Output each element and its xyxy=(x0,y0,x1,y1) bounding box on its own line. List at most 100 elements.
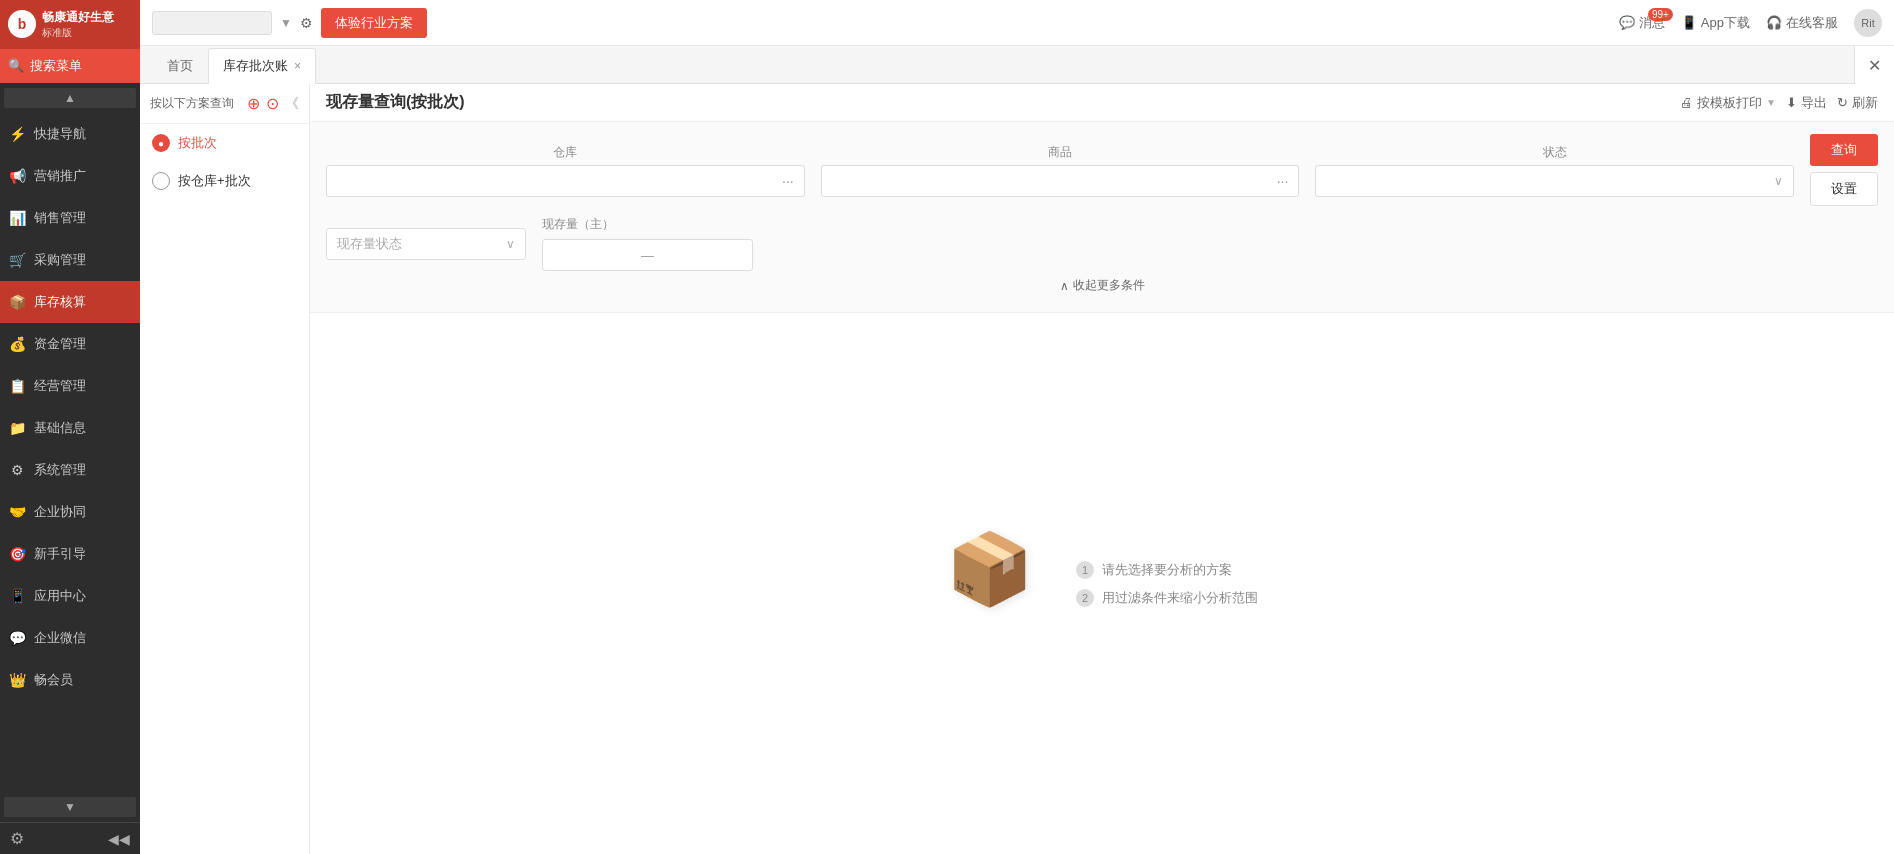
warehouse-label: 仓库 xyxy=(326,144,805,161)
print-icon: 🖨 xyxy=(1680,95,1693,110)
stock-status-filter: 现存量状态 ∨ xyxy=(326,228,526,260)
scheme-by-warehouse-batch[interactable]: ○ 按仓库+批次 xyxy=(140,162,309,200)
page-title: 现存量查询(按批次) xyxy=(326,92,465,113)
breadcrumb-input[interactable] xyxy=(152,11,272,35)
empty-tips: 1 请先选择要分析的方案 2 用过滤条件来缩小分析范围 xyxy=(1076,561,1258,607)
settings-button[interactable]: 设置 xyxy=(1810,172,1878,206)
stock-quantity-range[interactable]: — xyxy=(542,239,753,271)
enterprise-coop-icon: 🤝 xyxy=(8,503,26,521)
status-label: 状态 xyxy=(1315,144,1794,161)
sidebar-item-app-center[interactable]: 📱 应用中心 xyxy=(0,575,140,617)
sidebar-item-new-guide[interactable]: 🎯 新手引导 xyxy=(0,533,140,575)
sidebar-item-finance[interactable]: 💰 资金管理 xyxy=(0,323,140,365)
warehouse-input[interactable]: ··· xyxy=(326,165,805,197)
collapse-filters-btn[interactable]: ∧ 收起更多条件 xyxy=(326,271,1878,300)
warehouse-filter: 仓库 ··· xyxy=(326,144,805,197)
sidebar-item-system[interactable]: ⚙ 系统管理 xyxy=(0,449,140,491)
empty-illustration: 📦 xyxy=(946,534,1046,634)
refresh-icon: ↻ xyxy=(1837,95,1848,110)
action-buttons: 查询 设置 xyxy=(1810,134,1878,206)
empty-state: 📦 1 请先选择要分析的方案 2 用过滤条件来缩小分析范围 xyxy=(310,313,1894,854)
sidebar-item-operations[interactable]: 📋 经营管理 xyxy=(0,365,140,407)
sidebar-item-inventory[interactable]: 📦 库存核算 xyxy=(0,281,140,323)
tip-item-1: 1 请先选择要分析的方案 xyxy=(1076,561,1258,579)
stock-quantity-filter: 现存量（主） — xyxy=(542,216,753,271)
topbar-right: 💬 消息 99+ 📱 App下载 🎧 在线客服 Rit xyxy=(1619,9,1882,37)
sidebar-settings-icon[interactable]: ⚙ xyxy=(10,829,24,848)
stock-qty-max-input[interactable] xyxy=(662,248,742,263)
query-button[interactable]: 查询 xyxy=(1810,134,1878,166)
filter-row-2: 现存量状态 ∨ 现存量（主） — xyxy=(326,216,1878,271)
topbar: ▼ ⚙ 体验行业方案 💬 消息 99+ 📱 App下载 🎧 在线客服 Rit xyxy=(140,0,1894,46)
main-panel: 现存量查询(按批次) 🖨 按模板打印 ▼ ⬇ 导出 ↻ 刷新 xyxy=(310,84,1894,854)
export-btn[interactable]: ⬇ 导出 xyxy=(1786,94,1827,112)
status-input[interactable]: ∨ xyxy=(1315,165,1794,197)
tab-inventory-batch[interactable]: 库存批次账 × xyxy=(208,48,316,84)
topbar-chevron-icon[interactable]: ▼ xyxy=(280,16,292,30)
tip-1-num: 1 xyxy=(1076,561,1094,579)
sidebar-header: b 畅康通好生意 标准版 xyxy=(0,0,140,49)
marketing-icon: 📢 xyxy=(8,167,26,185)
page-close-button[interactable]: ✕ xyxy=(1854,46,1894,84)
topbar-left: ▼ ⚙ 体验行业方案 xyxy=(152,8,1611,38)
refresh-btn[interactable]: ↻ 刷新 xyxy=(1837,94,1878,112)
sidebar-collapse-icon[interactable]: ◀◀ xyxy=(108,831,130,847)
goods-input[interactable]: ··· xyxy=(821,165,1300,197)
tab-home[interactable]: 首页 xyxy=(152,48,208,83)
sidebar-item-sales[interactable]: 📊 销售管理 xyxy=(0,197,140,239)
enterprise-wechat-icon: 💬 xyxy=(8,629,26,647)
quick-nav-icon: ⚡ xyxy=(8,125,26,143)
experience-btn[interactable]: 体验行业方案 xyxy=(321,8,427,38)
filter-panel: 按以下方案查询 ⊕ ⊙ 《 ● 按批次 ○ 按仓库+批次 xyxy=(140,84,310,854)
header-actions: 🖨 按模板打印 ▼ ⬇ 导出 ↻ 刷新 xyxy=(1680,94,1878,112)
scheme-settings-icon[interactable]: ⊙ xyxy=(266,94,279,113)
phone-icon: 📱 xyxy=(1681,15,1697,30)
member-icon: 👑 xyxy=(8,671,26,689)
stock-qty-min-input[interactable] xyxy=(553,248,633,263)
scheme-dot-outline: ○ xyxy=(152,172,170,190)
topbar-gear-icon[interactable]: ⚙ xyxy=(300,15,313,31)
print-btn[interactable]: 🖨 按模板打印 ▼ xyxy=(1680,94,1776,112)
new-guide-icon: 🎯 xyxy=(8,545,26,563)
status-chevron-icon: ∨ xyxy=(1774,174,1783,188)
scheme-collapse-icon[interactable]: 《 xyxy=(285,95,299,113)
tab-close-icon[interactable]: × xyxy=(294,60,301,72)
sidebar-item-basics[interactable]: 📁 基础信息 xyxy=(0,407,140,449)
tabbar-container: 首页 库存批次账 × ✕ xyxy=(140,46,1894,84)
sidebar-item-enterprise-wechat[interactable]: 💬 企业微信 xyxy=(0,617,140,659)
warehouse-more-icon[interactable]: ··· xyxy=(782,173,794,189)
sidebar-item-marketing[interactable]: 📢 营销推广 xyxy=(0,155,140,197)
sidebar-item-quick-nav[interactable]: ⚡ 快捷导航 xyxy=(0,113,140,155)
sidebar-item-purchase[interactable]: 🛒 采购管理 xyxy=(0,239,140,281)
scroll-down-button[interactable]: ▼ xyxy=(4,797,136,817)
sidebar-item-member[interactable]: 👑 畅会员 xyxy=(0,659,140,701)
add-scheme-icon[interactable]: ⊕ xyxy=(247,96,260,112)
scheme-dot-active: ● xyxy=(152,134,170,152)
search-icon: 🔍 xyxy=(8,58,24,73)
goods-filter: 商品 ··· xyxy=(821,144,1300,197)
messages-btn[interactable]: 💬 消息 99+ xyxy=(1619,14,1665,32)
user-avatar: Rit xyxy=(1854,9,1882,37)
filter-panel-header: 按以下方案查询 ⊕ ⊙ 《 xyxy=(140,84,309,124)
app-logo: b xyxy=(8,10,36,38)
app-center-icon: 📱 xyxy=(8,587,26,605)
purchase-icon: 🛒 xyxy=(8,251,26,269)
user-profile[interactable]: Rit xyxy=(1854,9,1882,37)
goods-label: 商品 xyxy=(821,144,1300,161)
app-download-btn[interactable]: 📱 App下载 xyxy=(1681,14,1750,32)
online-support-btn[interactable]: 🎧 在线客服 xyxy=(1766,14,1838,32)
tabbar: 首页 库存批次账 × xyxy=(140,46,1894,84)
goods-more-icon[interactable]: ··· xyxy=(1277,173,1289,189)
export-icon: ⬇ xyxy=(1786,95,1797,110)
brand-info: 畅康通好生意 标准版 xyxy=(42,10,114,39)
sidebar-search[interactable]: 🔍 搜索菜单 xyxy=(0,49,140,83)
filter-row-1: 仓库 ··· 商品 ··· xyxy=(326,134,1878,206)
scroll-up-button[interactable]: ▲ xyxy=(4,88,136,108)
collapse-icon: ∧ xyxy=(1060,279,1069,293)
print-chevron-icon: ▼ xyxy=(1766,97,1776,108)
stock-status-select[interactable]: 现存量状态 ∨ xyxy=(326,228,526,260)
sidebar-item-enterprise-coop[interactable]: 🤝 企业协同 xyxy=(0,491,140,533)
tip-item-2: 2 用过滤条件来缩小分析范围 xyxy=(1076,589,1258,607)
scheme-by-batch[interactable]: ● 按批次 xyxy=(140,124,309,162)
basics-icon: 📁 xyxy=(8,419,26,437)
